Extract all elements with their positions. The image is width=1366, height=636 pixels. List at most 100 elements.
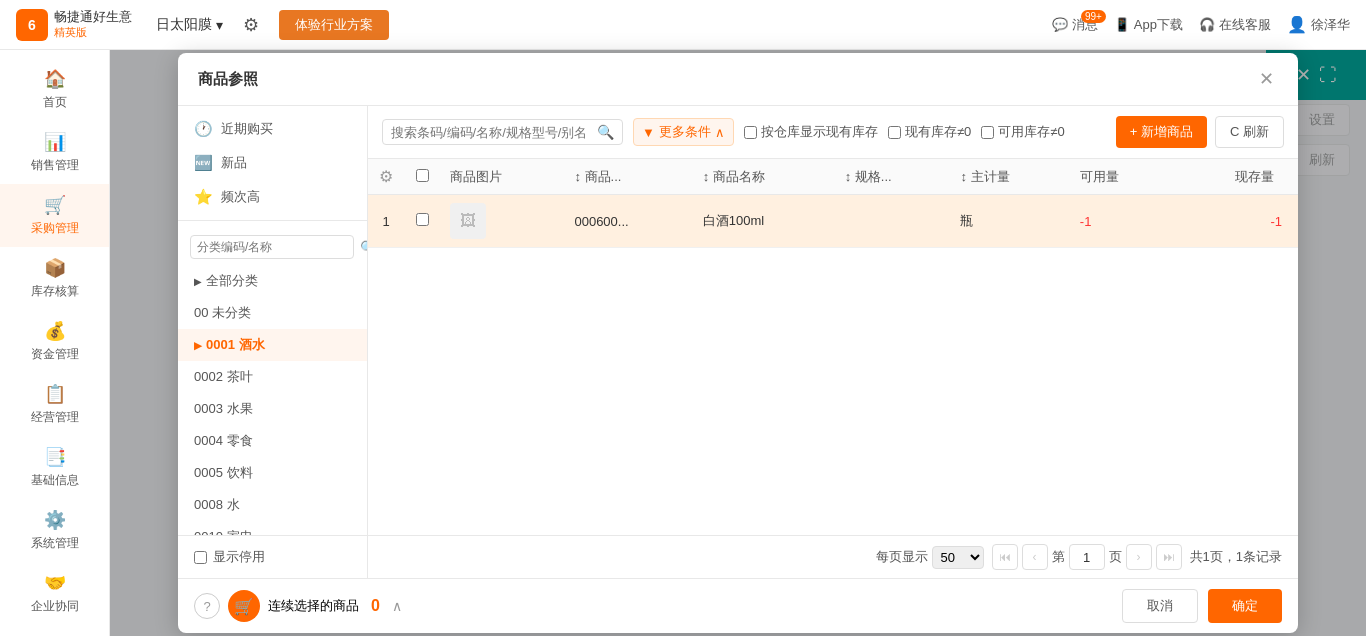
check-stock[interactable]: 现有库存≠0 <box>888 123 971 141</box>
collapse-footer-btn[interactable]: ∧ <box>392 598 402 614</box>
cancel-btn[interactable]: 取消 <box>1122 589 1198 623</box>
th-available[interactable]: 可用量 <box>1070 159 1172 195</box>
toolbar-right: + 新增商品 C 刷新 <box>1116 116 1284 148</box>
table-row[interactable]: 1 🖼 000600... 白酒100ml <box>368 195 1298 248</box>
cat-0002[interactable]: 0002 茶叶 <box>178 361 367 393</box>
headset-icon: 🎧 <box>1199 17 1215 32</box>
left-tab-frequent[interactable]: ⭐ 频次高 <box>178 180 367 214</box>
page-input[interactable] <box>1069 544 1105 570</box>
app-download-btn[interactable]: 📱 App下载 <box>1114 16 1183 34</box>
th-spec[interactable]: ↕ 规格... <box>835 159 951 195</box>
page-unit: 页 <box>1109 548 1122 566</box>
online-service-btn[interactable]: 🎧 在线客服 <box>1199 16 1271 34</box>
sidebar-item-inventory[interactable]: 📦 库存核算 <box>0 247 109 310</box>
sidebar-item-system[interactable]: ⚙️ 系统管理 <box>0 499 109 562</box>
row-stock: -1 <box>1172 195 1298 248</box>
cart-icon[interactable]: 🛒 <box>228 590 260 622</box>
th-code[interactable]: ↕ 商品... <box>564 159 692 195</box>
user-area[interactable]: 👤 徐泽华 <box>1287 15 1350 34</box>
sidebar-item-sales[interactable]: 📊 销售管理 <box>0 121 109 184</box>
page-first-btn[interactable]: ⏮ <box>992 544 1018 570</box>
search-icon-btn[interactable]: 🔍 <box>597 124 614 140</box>
row-checkbox[interactable] <box>416 213 429 226</box>
check-stock-label: 现有库存≠0 <box>905 123 971 141</box>
th-unit[interactable]: ↕ 主计量 <box>950 159 1069 195</box>
right-panel: 🔍 ▼ 更多条件 ∧ 按仓库显示现有库存 <box>368 106 1298 578</box>
product-modal: 商品参照 ✕ 🕐 近期购买 🆕 <box>178 53 1298 633</box>
page-prev-btn[interactable]: ‹ <box>1022 544 1048 570</box>
inventory-icon: 📦 <box>44 257 66 279</box>
main-content: 查询 设置 刷新 ✕ ⛶ 商品参照 ✕ <box>110 50 1366 636</box>
col-image-label: 商品图片 <box>450 169 502 184</box>
online-service-label: 在线客服 <box>1219 16 1271 34</box>
th-name[interactable]: ↕ 商品名称 <box>693 159 835 195</box>
warehouse-checkbox[interactable] <box>744 126 757 139</box>
add-product-btn[interactable]: + 新增商品 <box>1116 116 1207 148</box>
exp-btn[interactable]: 体验行业方案 <box>279 10 389 40</box>
cat-0001[interactable]: ▶ 0001 酒水 <box>178 329 367 361</box>
messages-btn[interactable]: 💬 消息 99+ <box>1052 16 1098 34</box>
sidebar-item-guide[interactable]: 🎯 新手引导 <box>0 625 109 636</box>
col-available-label: 可用量 <box>1080 169 1119 184</box>
row-spec <box>835 195 951 248</box>
left-tab-label: 频次高 <box>221 188 260 206</box>
show-disabled-checkbox[interactable] <box>194 551 207 564</box>
sidebar-item-basic[interactable]: 📑 基础信息 <box>0 436 109 499</box>
th-settings[interactable]: ⚙ <box>368 159 404 195</box>
toolbar: 🔍 ▼ 更多条件 ∧ 按仓库显示现有库存 <box>368 106 1298 159</box>
col-stock-label: 现存量 <box>1235 169 1274 184</box>
cat-00[interactable]: 00 未分类 <box>178 297 367 329</box>
select-all-checkbox[interactable] <box>416 169 429 182</box>
confirm-btn[interactable]: 确定 <box>1208 589 1282 623</box>
help-btn[interactable]: ? <box>194 593 220 619</box>
left-tabs: 🕐 近期购买 🆕 新品 ⭐ 频次高 <box>178 106 367 221</box>
cat-0004[interactable]: 0004 零食 <box>178 425 367 457</box>
left-tab-recent[interactable]: 🕐 近期购买 <box>178 112 367 146</box>
left-tab-new[interactable]: 🆕 新品 <box>178 146 367 180</box>
purchase-icon: 🛒 <box>44 194 66 216</box>
cat-0003[interactable]: 0003 水果 <box>178 393 367 425</box>
app-download-label: App下载 <box>1134 16 1183 34</box>
page-last-btn[interactable]: ⏭ <box>1156 544 1182 570</box>
refresh-btn[interactable]: C 刷新 <box>1215 116 1284 148</box>
col-name-label: 商品名称 <box>713 169 765 184</box>
modal-close-btn[interactable]: ✕ <box>1254 67 1278 91</box>
th-stock[interactable]: 现存量 <box>1172 159 1298 195</box>
gear-icon[interactable]: ⚙ <box>379 168 393 185</box>
available-checkbox[interactable] <box>981 126 994 139</box>
check-warehouse[interactable]: 按仓库显示现有库存 <box>744 123 878 141</box>
stock-checkbox[interactable] <box>888 126 901 139</box>
cat-all[interactable]: ▶ 全部分类 <box>178 265 367 297</box>
cat-0010[interactable]: 0010 家电 <box>178 521 367 535</box>
left-panel-footer: 显示停用 <box>178 535 367 578</box>
sort-icon: ↕ <box>574 169 581 184</box>
page-next-btn[interactable]: › <box>1126 544 1152 570</box>
sidebar-item-home[interactable]: 🏠 首页 <box>0 58 109 121</box>
per-page-dropdown[interactable]: 50 10 20 100 <box>932 546 984 569</box>
show-disabled-label[interactable]: 显示停用 <box>213 548 265 566</box>
cat-0005[interactable]: 0005 饮料 <box>178 457 367 489</box>
check-available[interactable]: 可用库存≠0 <box>981 123 1064 141</box>
sidebar-item-finance[interactable]: 💰 资金管理 <box>0 310 109 373</box>
per-page-select: 每页显示 50 10 20 100 <box>876 546 984 569</box>
sidebar-item-ops[interactable]: 📋 经营管理 <box>0 373 109 436</box>
cat-search-icon[interactable]: 🔍 <box>360 240 367 255</box>
search-input[interactable] <box>391 125 591 140</box>
cat-search-input[interactable] <box>190 235 354 259</box>
sidebar: 🏠 首页 📊 销售管理 🛒 采购管理 📦 库存核算 💰 资金管理 📋 经营管理 … <box>0 50 110 636</box>
chevron-down-icon: ▾ <box>216 17 223 33</box>
messages-badge: 99+ <box>1081 10 1106 23</box>
filter-btn[interactable]: ▼ 更多条件 ∧ <box>633 118 734 146</box>
left-tab-label: 新品 <box>221 154 247 172</box>
modal-footer: ? 🛒 连续选择的商品 0 ∧ 取消 确定 <box>178 578 1298 633</box>
frequent-icon: ⭐ <box>194 188 213 206</box>
settings-icon[interactable]: ⚙ <box>243 14 259 36</box>
cat-label: 0002 茶叶 <box>194 368 253 386</box>
cat-0008[interactable]: 0008 水 <box>178 489 367 521</box>
cat-label: 0004 零食 <box>194 432 253 450</box>
store-selector[interactable]: 日太阳膜 ▾ <box>148 12 231 38</box>
sidebar-item-purchase[interactable]: 🛒 采购管理 <box>0 184 109 247</box>
sidebar-item-collab[interactable]: 🤝 企业协同 <box>0 562 109 625</box>
cat-label: 0003 水果 <box>194 400 253 418</box>
row-name: 白酒100ml <box>693 195 835 248</box>
